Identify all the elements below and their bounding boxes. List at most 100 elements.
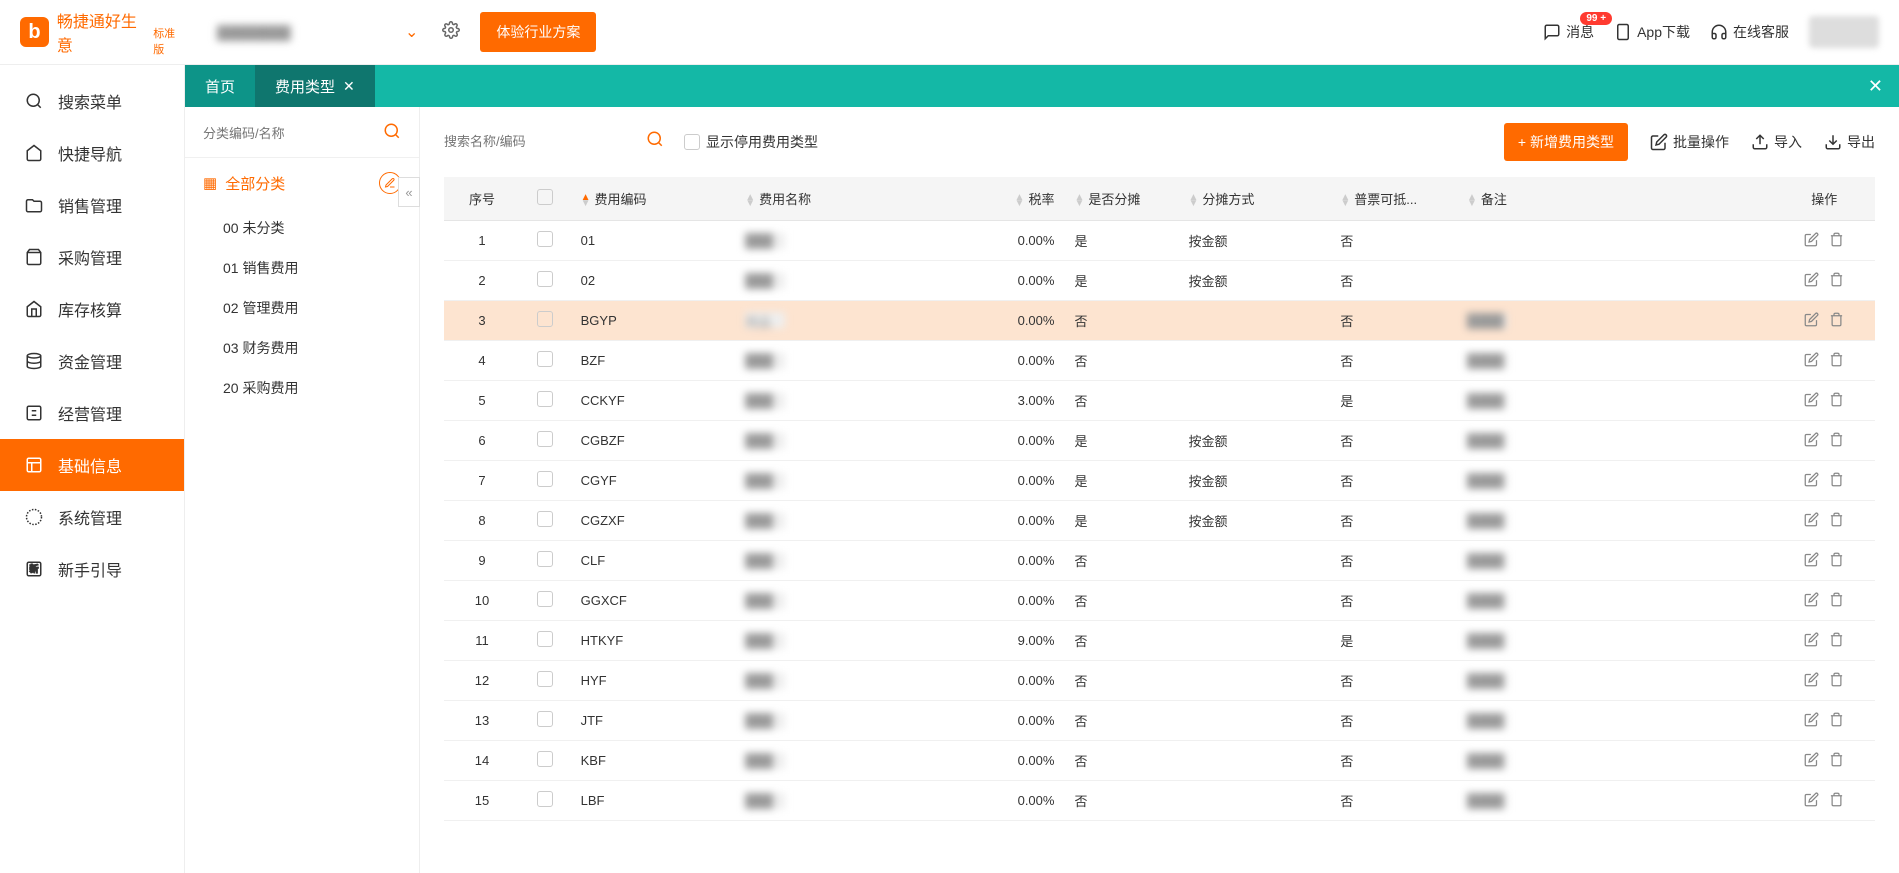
delete-row-icon[interactable] bbox=[1829, 232, 1844, 250]
edit-row-icon[interactable] bbox=[1804, 472, 1819, 490]
col-code-header[interactable]: 费用编码 bbox=[595, 192, 647, 207]
table-row[interactable]: 12HYF███0.00%否否████ bbox=[444, 661, 1875, 701]
delete-row-icon[interactable] bbox=[1829, 672, 1844, 690]
col-seq-header[interactable]: 序号 bbox=[469, 192, 495, 207]
delete-row-icon[interactable] bbox=[1829, 272, 1844, 290]
table-row[interactable]: 13JTF███0.00%否否████ bbox=[444, 701, 1875, 741]
online-service-link[interactable]: 在线客服 bbox=[1710, 22, 1789, 42]
edit-row-icon[interactable] bbox=[1804, 632, 1819, 650]
sidebar-item-purchase[interactable]: 采购管理 bbox=[0, 231, 184, 283]
col-deduct-header[interactable]: 普票可抵... bbox=[1354, 192, 1417, 207]
category-search-input[interactable] bbox=[203, 126, 383, 141]
sidebar-item-sales[interactable]: 销售管理 bbox=[0, 179, 184, 231]
category-all[interactable]: ▦ 全部分类 bbox=[185, 158, 419, 208]
delete-row-icon[interactable] bbox=[1829, 512, 1844, 530]
gear-icon[interactable] bbox=[442, 21, 460, 44]
table-row[interactable]: 3BGYP用品0.00%否否████ bbox=[444, 301, 1875, 341]
delete-row-icon[interactable] bbox=[1829, 552, 1844, 570]
delete-row-icon[interactable] bbox=[1829, 752, 1844, 770]
table-row[interactable]: 4BZF███0.00%否否████ bbox=[444, 341, 1875, 381]
search-icon[interactable] bbox=[646, 130, 664, 153]
table-search-input[interactable] bbox=[444, 134, 646, 149]
edit-row-icon[interactable] bbox=[1804, 352, 1819, 370]
close-all-tabs[interactable]: ✕ bbox=[1852, 65, 1899, 107]
edit-row-icon[interactable] bbox=[1804, 592, 1819, 610]
sort-icon[interactable]: ▲▼ bbox=[1074, 195, 1084, 207]
table-row[interactable]: 5CCKYF███3.00%否是████ bbox=[444, 381, 1875, 421]
batch-operation-link[interactable]: 批量操作 bbox=[1650, 132, 1729, 152]
edit-row-icon[interactable] bbox=[1804, 512, 1819, 530]
search-icon[interactable] bbox=[383, 122, 401, 145]
table-row[interactable]: 9CLF███0.00%否否████ bbox=[444, 541, 1875, 581]
table-row[interactable]: 14KBF███0.00%否否████ bbox=[444, 741, 1875, 781]
delete-row-icon[interactable] bbox=[1829, 712, 1844, 730]
row-checkbox[interactable] bbox=[537, 751, 553, 767]
edit-row-icon[interactable] bbox=[1804, 672, 1819, 690]
sidebar-item-guide[interactable]: 新新手引导 bbox=[0, 543, 184, 595]
avatar[interactable] bbox=[1809, 16, 1879, 48]
category-item[interactable]: 20 采购费用 bbox=[223, 368, 401, 408]
table-row[interactable]: 202███0.00%是按金额否 bbox=[444, 261, 1875, 301]
sort-icon[interactable]: ▲▼ bbox=[581, 195, 591, 207]
col-name-header[interactable]: 费用名称 bbox=[759, 192, 811, 207]
row-checkbox[interactable] bbox=[537, 391, 553, 407]
collapse-panel-button[interactable]: « bbox=[398, 177, 420, 207]
edit-row-icon[interactable] bbox=[1804, 712, 1819, 730]
edit-row-icon[interactable] bbox=[1804, 272, 1819, 290]
row-checkbox[interactable] bbox=[537, 311, 553, 327]
row-checkbox[interactable] bbox=[537, 591, 553, 607]
table-row[interactable]: 11HTKYF███9.00%否是████ bbox=[444, 621, 1875, 661]
sidebar-item-basic[interactable]: 基础信息 bbox=[0, 439, 184, 491]
sort-icon[interactable]: ▲▼ bbox=[1015, 195, 1025, 207]
message-link[interactable]: 消息 99 + bbox=[1543, 22, 1594, 42]
sidebar-item-search-menu[interactable]: 搜索菜单 bbox=[0, 75, 184, 127]
org-selector[interactable]: ████████ ⌄ bbox=[205, 16, 430, 48]
row-checkbox[interactable] bbox=[537, 711, 553, 727]
row-checkbox[interactable] bbox=[537, 431, 553, 447]
close-icon[interactable]: ✕ bbox=[343, 78, 355, 95]
sort-icon[interactable]: ▲▼ bbox=[745, 195, 755, 207]
table-row[interactable]: 7CGYF███0.00%是按金额否████ bbox=[444, 461, 1875, 501]
sort-icon[interactable]: ▲▼ bbox=[1467, 195, 1477, 207]
delete-row-icon[interactable] bbox=[1829, 352, 1844, 370]
show-disabled-checkbox[interactable]: 显示停用费用类型 bbox=[684, 132, 818, 152]
select-all-checkbox[interactable] bbox=[537, 189, 553, 205]
col-remark-header[interactable]: 备注 bbox=[1481, 192, 1507, 207]
tab-home[interactable]: 首页 bbox=[185, 65, 255, 107]
row-checkbox[interactable] bbox=[537, 231, 553, 247]
delete-row-icon[interactable] bbox=[1829, 392, 1844, 410]
delete-row-icon[interactable] bbox=[1829, 592, 1844, 610]
add-expense-type-button[interactable]: + 新增费用类型 bbox=[1504, 123, 1628, 161]
experience-button[interactable]: 体验行业方案 bbox=[480, 12, 596, 52]
category-item[interactable]: 00 未分类 bbox=[223, 208, 401, 248]
table-row[interactable]: 10GGXCF███0.00%否否████ bbox=[444, 581, 1875, 621]
col-rate-header[interactable]: 税率 bbox=[1028, 192, 1054, 207]
edit-row-icon[interactable] bbox=[1804, 552, 1819, 570]
table-row[interactable]: 15LBF███0.00%否否████ bbox=[444, 781, 1875, 821]
edit-row-icon[interactable] bbox=[1804, 792, 1819, 810]
sidebar-item-quick-nav[interactable]: 快捷导航 bbox=[0, 127, 184, 179]
category-item[interactable]: 02 管理费用 bbox=[223, 288, 401, 328]
category-item[interactable]: 03 财务费用 bbox=[223, 328, 401, 368]
delete-row-icon[interactable] bbox=[1829, 312, 1844, 330]
category-item[interactable]: 01 销售费用 bbox=[223, 248, 401, 288]
row-checkbox[interactable] bbox=[537, 511, 553, 527]
edit-row-icon[interactable] bbox=[1804, 312, 1819, 330]
table-row[interactable]: 8CGZXF███0.00%是按金额否████ bbox=[444, 501, 1875, 541]
delete-row-icon[interactable] bbox=[1829, 472, 1844, 490]
row-checkbox[interactable] bbox=[537, 471, 553, 487]
import-link[interactable]: 导入 bbox=[1751, 132, 1802, 152]
row-checkbox[interactable] bbox=[537, 791, 553, 807]
table-row[interactable]: 6CGBZF███0.00%是按金额否████ bbox=[444, 421, 1875, 461]
row-checkbox[interactable] bbox=[537, 551, 553, 567]
sidebar-item-inventory[interactable]: 库存核算 bbox=[0, 283, 184, 335]
sort-icon[interactable]: ▲▼ bbox=[1340, 195, 1350, 207]
col-method-header[interactable]: 分摊方式 bbox=[1202, 192, 1254, 207]
edit-row-icon[interactable] bbox=[1804, 392, 1819, 410]
sidebar-item-system[interactable]: 系统管理 bbox=[0, 491, 184, 543]
table-row[interactable]: 101███0.00%是按金额否 bbox=[444, 221, 1875, 261]
tab-expense-type[interactable]: 费用类型 ✕ bbox=[255, 65, 375, 107]
row-checkbox[interactable] bbox=[537, 271, 553, 287]
app-download-link[interactable]: App下载 bbox=[1614, 22, 1690, 42]
delete-row-icon[interactable] bbox=[1829, 792, 1844, 810]
